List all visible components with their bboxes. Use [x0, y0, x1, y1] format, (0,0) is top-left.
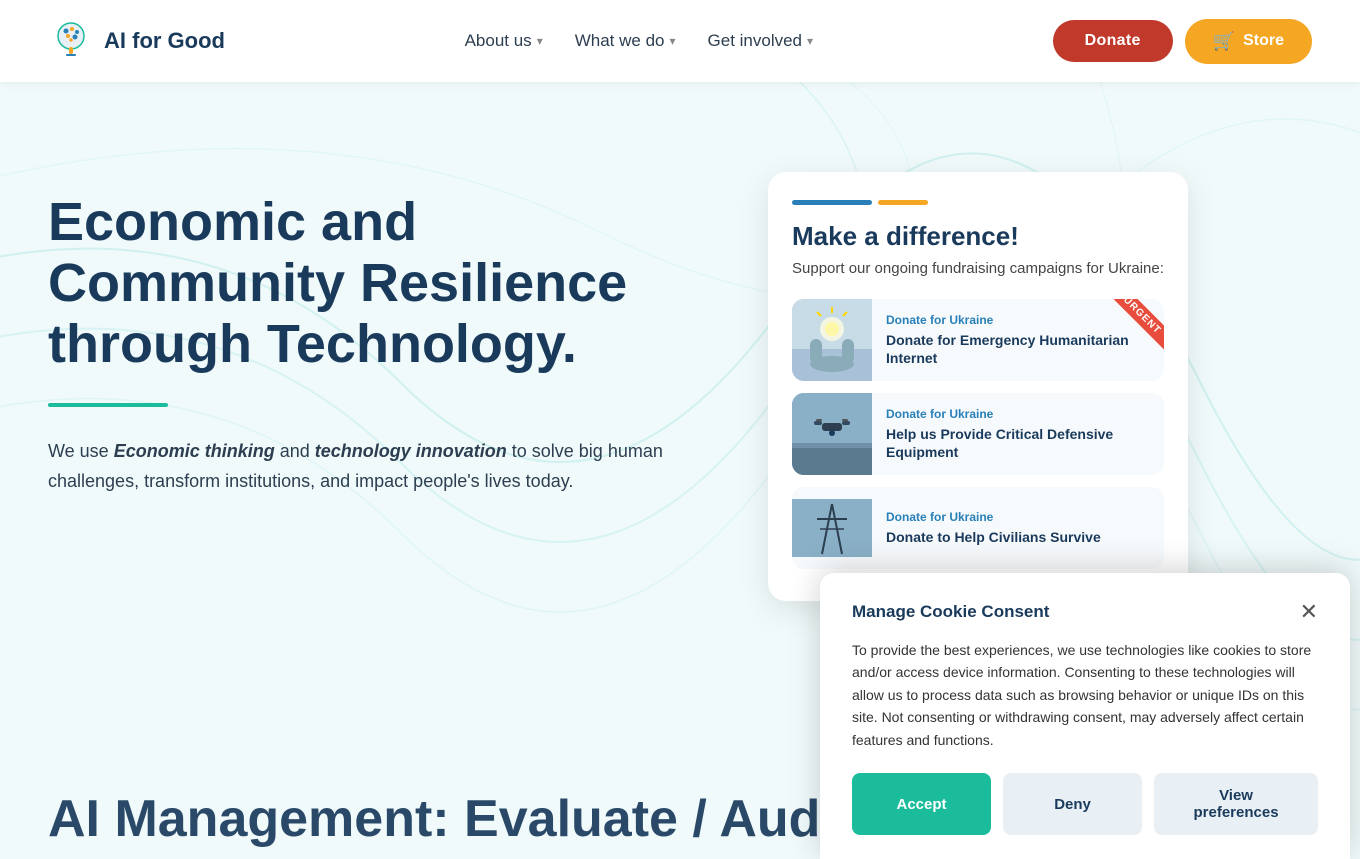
campaign-title-3: Donate to Help Civilians Survive [886, 528, 1150, 546]
panel-bars [792, 200, 1164, 205]
cookie-actions: Accept Deny View preferences [852, 773, 1318, 835]
nav-get-involved[interactable]: Get involved ▾ [708, 31, 814, 51]
bottom-heading: AI Management: Evaluate / Audit [48, 789, 852, 849]
campaign-info-2: Donate for Ukraine Help us Provide Criti… [872, 397, 1164, 471]
campaign-card-3[interactable]: Donate for Ukraine Donate to Help Civili… [792, 487, 1164, 569]
hero-heading: Economic and Community Resilience throug… [48, 192, 728, 375]
campaign-thumb-2 [792, 393, 872, 475]
cookie-header: Manage Cookie Consent ✕ [852, 601, 1318, 623]
nav-about[interactable]: About us ▾ [465, 31, 543, 51]
campaign-card-1[interactable]: Donate for Ukraine Donate for Emergency … [792, 299, 1164, 381]
store-button[interactable]: 🛒 Store [1185, 19, 1312, 64]
chevron-down-icon: ▾ [669, 34, 675, 48]
campaign-info-3: Donate for Ukraine Donate to Help Civili… [872, 500, 1164, 556]
logo[interactable]: AI for Good [48, 18, 225, 64]
chevron-down-icon: ▾ [807, 34, 813, 48]
view-preferences-button[interactable]: View preferences [1154, 773, 1318, 835]
nav-what-we-do[interactable]: What we do ▾ [575, 31, 676, 51]
nav-actions: Donate 🛒 Store [1053, 19, 1312, 64]
store-icon: 🛒 [1213, 31, 1235, 52]
urgent-ribbon: URGENT [1104, 299, 1164, 359]
hero-section: Economic and Community Resilience throug… [48, 172, 728, 496]
donate-button[interactable]: Donate [1053, 20, 1173, 62]
bar-yellow [878, 200, 928, 205]
campaign-label-3: Donate for Ukraine [886, 510, 1150, 524]
campaign-thumb-3 [792, 499, 872, 557]
cookie-close-button[interactable]: ✕ [1300, 601, 1318, 623]
urgent-badge: URGENT [1108, 299, 1164, 350]
hero-divider [48, 403, 168, 407]
side-panel: Make a difference! Support our ongoing f… [768, 172, 1188, 601]
campaign-card-2[interactable]: Donate for Ukraine Help us Provide Criti… [792, 393, 1164, 475]
cookie-title: Manage Cookie Consent [852, 602, 1049, 622]
campaign-thumb-1 [792, 299, 872, 381]
logo-icon [48, 18, 94, 64]
cookie-modal: Manage Cookie Consent ✕ To provide the b… [820, 573, 1350, 859]
campaign-title-2: Help us Provide Critical Defensive Equip… [886, 425, 1150, 461]
accept-button[interactable]: Accept [852, 773, 991, 835]
hero-body: We use Economic thinking and technology … [48, 437, 728, 496]
panel-title: Make a difference! [792, 221, 1164, 252]
cookie-body: To provide the best experiences, we use … [852, 639, 1318, 751]
campaign-label-2: Donate for Ukraine [886, 407, 1150, 421]
logo-text: AI for Good [104, 28, 225, 54]
chevron-down-icon: ▾ [537, 34, 543, 48]
panel-subtitle: Support our ongoing fundraising campaign… [792, 260, 1164, 277]
bar-blue [792, 200, 872, 205]
navbar: AI for Good About us ▾ What we do ▾ Get … [0, 0, 1360, 82]
nav-links: About us ▾ What we do ▾ Get involved ▾ [465, 31, 813, 51]
deny-button[interactable]: Deny [1003, 773, 1142, 835]
